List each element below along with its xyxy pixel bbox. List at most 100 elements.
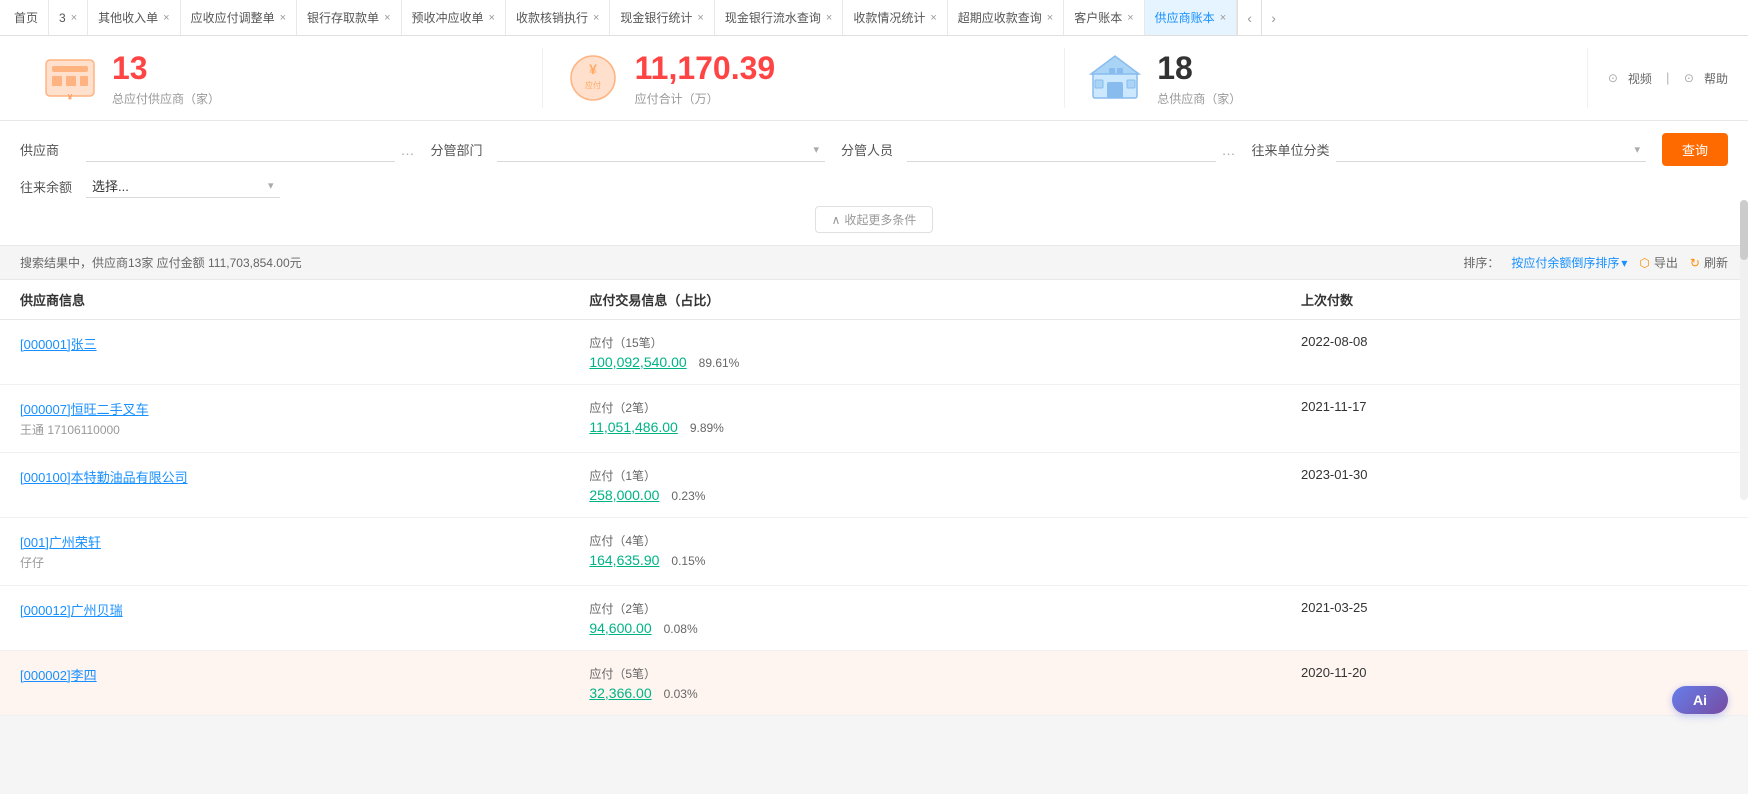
nav-tab-collect-stat[interactable]: 收款情况统计× <box>843 0 947 36</box>
supplier-name-link-2[interactable]: [000100]本特勤油品有限公司 <box>20 467 589 486</box>
sort-select[interactable]: 按应付余额倒序排序 ▾ <box>1511 254 1627 271</box>
transaction-col-0: 应付（15笔） 100,092,540.00 89.61% <box>589 334 1301 370</box>
ai-label: Ai <box>1693 692 1707 708</box>
trans-amount-2[interactable]: 258,000.00 <box>589 487 659 503</box>
close-tab-customer-account[interactable]: × <box>1127 12 1133 24</box>
help-link[interactable]: 帮助 <box>1704 70 1728 87</box>
balance-input[interactable] <box>92 178 268 193</box>
results-bar: 搜索结果中，供应商13家 应付金额 111,703,854.00元 排序： 按应… <box>0 246 1748 280</box>
nav-tab-ar-adjust[interactable]: 应收应付调整单× <box>181 0 297 36</box>
supplier-name-link-4[interactable]: [000012]广州贝瑞 <box>20 600 589 619</box>
person-filter: 分管人员 … <box>841 138 1236 162</box>
nav-tab-bank-deposit[interactable]: 银行存取款单× <box>297 0 401 36</box>
results-actions: 排序： 按应付余额倒序排序 ▾ ⬡ 导出 ↻ 刷新 <box>1463 254 1728 271</box>
category-filter-label: 往来单位分类 <box>1252 140 1330 159</box>
lastpay-col-4: 2021-03-25 <box>1301 600 1728 615</box>
stat-payable-total: ¥ 应付 11,170.39 应付合计（万） <box>543 48 1066 108</box>
supplier-name-link-5[interactable]: [000002]李四 <box>20 665 589 684</box>
refresh-button[interactable]: ↻ 刷新 <box>1690 254 1728 271</box>
trans-percent-0: 89.61% <box>699 356 740 370</box>
dept-select[interactable]: ▾ <box>497 138 826 162</box>
table-header: 供应商信息 应付交易信息（占比） 上次付数 <box>0 280 1748 320</box>
nav-tab-home[interactable]: 首页 <box>4 0 49 36</box>
export-icon: ⬡ <box>1639 256 1649 270</box>
close-tab-bank-deposit[interactable]: × <box>384 12 390 24</box>
total-suppliers-number: 18 <box>1157 49 1241 87</box>
trans-percent-1: 9.89% <box>690 421 724 435</box>
supplier-filter: 供应商 … <box>20 138 415 162</box>
balance-filter-label: 往来余额 <box>20 177 80 196</box>
supplier-contact-3: 仔仔 <box>20 554 589 571</box>
lastpay-date-1: 2021-11-17 <box>1301 399 1367 414</box>
close-tab-prepay[interactable]: × <box>489 12 495 24</box>
scrollbar-thumb[interactable] <box>1740 200 1748 260</box>
category-select[interactable]: ▾ <box>1336 138 1646 162</box>
transaction-col-4: 应付（2笔）94,600.000.08% <box>589 600 1301 636</box>
nav-tab-supplier-account[interactable]: 供应商账本× <box>1145 0 1237 36</box>
ai-button[interactable]: Ai <box>1672 686 1728 714</box>
sort-value: 按应付余额倒序排序 <box>1511 254 1619 271</box>
close-tab-cash-bank-flow[interactable]: × <box>826 12 832 24</box>
total-suppliers-label: 总供应商（家） <box>1157 90 1241 107</box>
close-tab-collect-stat[interactable]: × <box>930 12 936 24</box>
video-link[interactable]: 视频 <box>1628 70 1652 87</box>
circle-icon2: ⊙ <box>1684 71 1694 85</box>
lastpay-date-4: 2021-03-25 <box>1301 600 1368 615</box>
lastpay-col-5: 2020-11-20 <box>1301 665 1728 680</box>
trans-amount-4[interactable]: 94,600.00 <box>589 620 651 636</box>
close-tab-collect-verify[interactable]: × <box>593 12 599 24</box>
close-tab-tab3[interactable]: × <box>71 12 77 24</box>
close-tab-ar-adjust[interactable]: × <box>280 12 286 24</box>
nav-tab-tab3[interactable]: 3× <box>49 0 88 36</box>
nav-tab-other-income[interactable]: 其他收入单× <box>88 0 180 36</box>
svg-text:¥: ¥ <box>589 61 597 77</box>
close-tab-cash-bank-stat[interactable]: × <box>697 12 703 24</box>
supplier-ellipsis-icon[interactable]: … <box>401 142 415 158</box>
payable-suppliers-label: 总应付供应商（家） <box>112 90 220 107</box>
nav-arrow-right[interactable]: › <box>1261 0 1285 36</box>
stat-total-suppliers: 18 总供应商（家） <box>1065 48 1588 108</box>
dept-input[interactable] <box>503 142 814 157</box>
category-input[interactable] <box>1342 142 1635 157</box>
nav-tab-customer-account[interactable]: 客户账本× <box>1064 0 1144 36</box>
supplier-name-link-3[interactable]: [001]广州荣轩 <box>20 532 589 551</box>
category-filter: 往来单位分类 ▾ <box>1252 138 1647 162</box>
person-input[interactable] <box>907 138 1216 162</box>
export-button[interactable]: ⬡ 导出 <box>1639 254 1678 271</box>
nav-arrow-left[interactable]: ‹ <box>1237 0 1261 36</box>
trans-amount-0[interactable]: 100,092,540.00 <box>589 354 686 370</box>
scrollbar-track[interactable] <box>1740 200 1748 500</box>
nav-tab-collect-verify[interactable]: 收款核销执行× <box>506 0 610 36</box>
close-tab-overdue-query[interactable]: × <box>1047 12 1053 24</box>
supplier-name-link-0[interactable]: [000001]张三 <box>20 334 589 353</box>
svg-text:¥: ¥ <box>67 93 73 102</box>
dept-dropdown-icon: ▾ <box>813 143 819 156</box>
results-info: 搜索结果中，供应商13家 应付金额 111,703,854.00元 <box>20 254 302 271</box>
nav-tab-overdue-query[interactable]: 超期应收款查询× <box>948 0 1064 36</box>
store-icon <box>1085 48 1145 108</box>
table-row: [000002]李四应付（5笔）32,366.000.03%2020-11-20 <box>0 651 1748 716</box>
table-row: [000001]张三应付（15笔）100,092,540.0089.61%202… <box>0 320 1748 385</box>
nav-tab-cash-bank-flow[interactable]: 现金银行流水查询× <box>715 0 843 36</box>
payable-total-number: 11,170.39 <box>635 49 776 87</box>
collapse-button[interactable]: ∧ 收起更多条件 <box>815 206 934 233</box>
trans-amount-5[interactable]: 32,366.00 <box>589 685 651 701</box>
nav-tab-prepay[interactable]: 预收冲应收单× <box>402 0 506 36</box>
supplier-input[interactable] <box>86 138 395 162</box>
query-button[interactable]: 查询 <box>1662 133 1728 166</box>
trans-label-0: 应付（15笔） <box>589 334 1301 351</box>
supplier-col-0: [000001]张三 <box>20 334 589 353</box>
balance-filter: 往来余额 ▾ <box>20 174 280 198</box>
person-ellipsis-icon[interactable]: … <box>1222 142 1236 158</box>
trans-label-3: 应付（4笔） <box>589 532 1301 549</box>
balance-select[interactable]: ▾ <box>86 174 280 198</box>
trans-amount-3[interactable]: 164,635.90 <box>589 552 659 568</box>
person-filter-label: 分管人员 <box>841 140 901 159</box>
nav-tab-cash-bank-stat[interactable]: 现金银行统计× <box>610 0 714 36</box>
trans-label-5: 应付（5笔） <box>589 665 1301 682</box>
supplier-name-link-1[interactable]: [000007]恒旺二手叉车 <box>20 399 589 418</box>
trans-amount-1[interactable]: 11,051,486.00 <box>589 419 678 435</box>
close-tab-supplier-account[interactable]: × <box>1220 12 1226 24</box>
close-tab-other-income[interactable]: × <box>163 12 169 24</box>
stat-payable-suppliers: ¥ 13 总应付供应商（家） <box>20 48 543 108</box>
